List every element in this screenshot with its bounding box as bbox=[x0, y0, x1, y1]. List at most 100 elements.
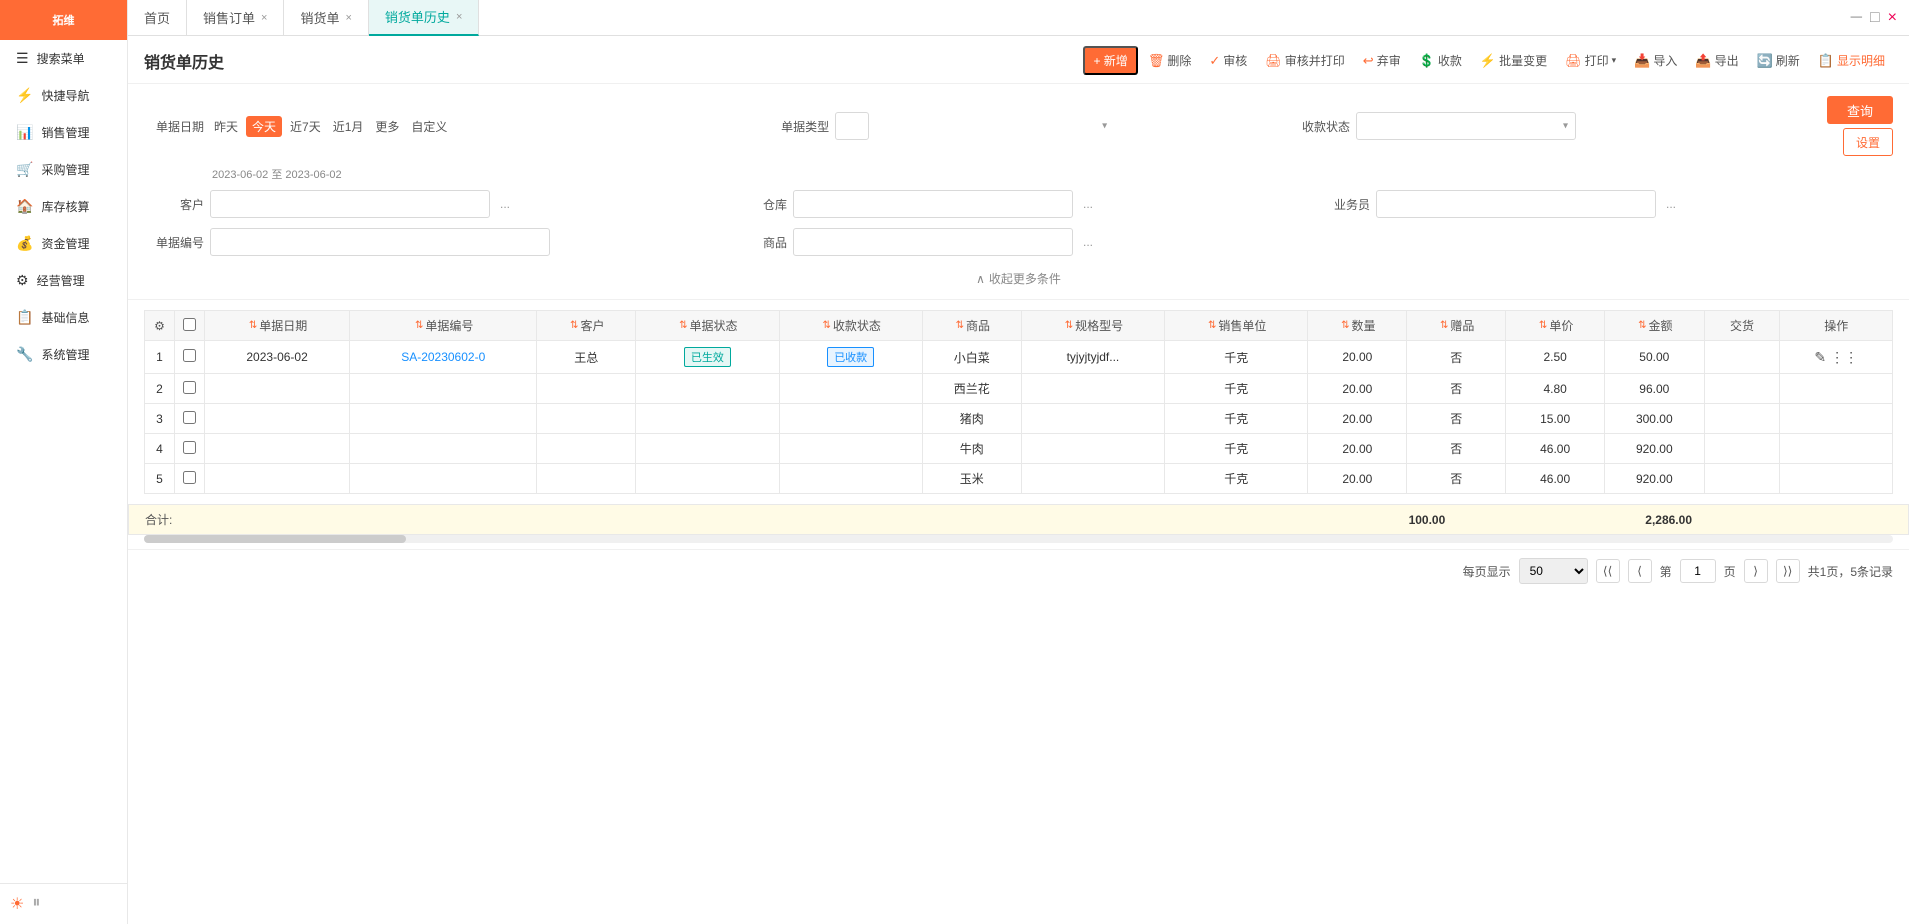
close-icon[interactable]: × bbox=[345, 12, 351, 24]
shortcut-yesterday[interactable]: 昨天 bbox=[210, 116, 242, 137]
tab-sales-goods[interactable]: 销货单 × bbox=[284, 0, 368, 36]
tab-home[interactable]: 首页 bbox=[128, 0, 187, 36]
table-row: 3 猪肉 千克 20.00 否 15.00 300.00 bbox=[145, 404, 1893, 434]
staff-ellipsis[interactable]: ... bbox=[1662, 197, 1680, 211]
batch-change-label: 批量变更 bbox=[1499, 52, 1547, 69]
warehouse-ellipsis[interactable]: ... bbox=[1079, 197, 1097, 211]
page-input[interactable] bbox=[1680, 559, 1716, 583]
minimize-icon[interactable]: ─ bbox=[1851, 9, 1862, 27]
sort-icon[interactable]: ⇅ bbox=[956, 320, 964, 331]
row-check-4[interactable] bbox=[175, 464, 205, 494]
th-customer: ⇅客户 bbox=[537, 311, 636, 341]
close-icon[interactable]: × bbox=[456, 11, 462, 23]
goods-ellipsis[interactable]: ... bbox=[1079, 235, 1097, 249]
th-checkbox[interactable] bbox=[175, 311, 205, 341]
row-unit-4: 千克 bbox=[1165, 464, 1308, 494]
set-button[interactable]: 设置 bbox=[1843, 128, 1893, 156]
sidebar-item-quick-nav[interactable]: ⚡ 快捷导航 bbox=[0, 77, 127, 114]
query-button[interactable]: 查询 bbox=[1827, 96, 1893, 124]
th-gear[interactable]: ⚙ bbox=[145, 311, 175, 341]
shortcut-1month[interactable]: 近1月 bbox=[329, 116, 368, 137]
row-pay-status-3 bbox=[779, 434, 922, 464]
row-checkbox-1[interactable] bbox=[183, 381, 196, 394]
new-button[interactable]: + 新增 bbox=[1083, 46, 1137, 75]
sort-icon[interactable]: ⇅ bbox=[1065, 320, 1073, 331]
warehouse-input[interactable] bbox=[793, 190, 1073, 218]
docno-input[interactable] bbox=[210, 228, 550, 256]
shortcut-more[interactable]: 更多 bbox=[371, 116, 403, 137]
row-checkbox-2[interactable] bbox=[183, 411, 196, 424]
show-detail-button[interactable]: 📋 显示明细 bbox=[1810, 48, 1893, 73]
tab-sales-history[interactable]: 销货单历史 × bbox=[369, 0, 479, 36]
row-checkbox-0[interactable] bbox=[183, 349, 196, 362]
sort-icon[interactable]: ⇅ bbox=[1440, 320, 1448, 331]
th-amount: ⇅金额 bbox=[1605, 311, 1704, 341]
sort-icon[interactable]: ⇅ bbox=[570, 320, 578, 331]
next-page-btn[interactable]: ⟩ bbox=[1744, 559, 1768, 583]
audit-button[interactable]: ✓ 审核 bbox=[1201, 48, 1255, 73]
query-actions: 查询 设置 bbox=[1811, 96, 1893, 156]
window-close-icon[interactable]: × bbox=[1888, 9, 1897, 27]
collapse-button[interactable]: ∧ 收起更多条件 bbox=[144, 266, 1893, 291]
batch-change-button[interactable]: ⚡ 批量变更 bbox=[1472, 48, 1555, 73]
sort-icon[interactable]: ⇅ bbox=[1539, 320, 1547, 331]
th-spec-label: 规格型号 bbox=[1075, 317, 1123, 334]
row-customer-0: 王总 bbox=[537, 341, 636, 374]
row-checkbox-4[interactable] bbox=[183, 471, 196, 484]
shortcut-today[interactable]: 今天 bbox=[246, 116, 282, 137]
row-checkbox-3[interactable] bbox=[183, 441, 196, 454]
sidebar-item-system-mgmt[interactable]: 🔧 系统管理 bbox=[0, 336, 127, 373]
sidebar-bottom-icon1[interactable]: ☀ bbox=[10, 894, 24, 914]
sort-icon[interactable]: ⇅ bbox=[822, 320, 830, 331]
sidebar-item-search-menu[interactable]: ☰ 搜索菜单 bbox=[0, 40, 127, 77]
sidebar-bottom-icon2[interactable]: ⏸ bbox=[32, 894, 40, 914]
edit-icon-0[interactable]: ✎ bbox=[1814, 349, 1826, 366]
maximize-icon[interactable]: □ bbox=[1870, 9, 1880, 27]
sidebar-item-operation-mgmt[interactable]: ⚙ 经营管理 bbox=[0, 262, 127, 299]
scrollbar-track[interactable] bbox=[144, 535, 1893, 543]
last-page-btn[interactable]: ⟩⟩ bbox=[1776, 559, 1800, 583]
sidebar-item-finance-mgmt[interactable]: 💰 资金管理 bbox=[0, 225, 127, 262]
customer-input[interactable] bbox=[210, 190, 490, 218]
collect-button[interactable]: 💲 收款 bbox=[1411, 48, 1470, 73]
export-button[interactable]: 📤 导出 bbox=[1687, 48, 1746, 73]
select-all-checkbox[interactable] bbox=[183, 318, 196, 331]
sort-icon[interactable]: ⇅ bbox=[1341, 320, 1349, 331]
prev-page-btn[interactable]: ⟨ bbox=[1628, 559, 1652, 583]
first-page-btn[interactable]: ⟨⟨ bbox=[1596, 559, 1620, 583]
row-check-1[interactable] bbox=[175, 374, 205, 404]
print-button[interactable]: 🖨 打印 ▾ bbox=[1557, 48, 1624, 73]
doc-no-link-0[interactable]: SA-20230602-0 bbox=[401, 350, 485, 364]
payment-status-select[interactable] bbox=[1356, 112, 1576, 140]
doc-type-select[interactable] bbox=[835, 112, 869, 140]
th-date-label: 单据日期 bbox=[259, 317, 307, 334]
delete-button[interactable]: 🗑 删除 bbox=[1140, 48, 1200, 73]
row-check-2[interactable] bbox=[175, 404, 205, 434]
import-button[interactable]: 📥 导入 bbox=[1626, 48, 1685, 73]
filter-row-3: 单据编号 商品 ... bbox=[144, 228, 1893, 256]
shortcut-7days[interactable]: 近7天 bbox=[286, 116, 325, 137]
refresh-button[interactable]: 🔄 刷新 bbox=[1749, 48, 1808, 73]
sidebar-item-inventory[interactable]: 🏠 库存核算 bbox=[0, 188, 127, 225]
goods-input[interactable] bbox=[793, 228, 1073, 256]
sort-icon[interactable]: ⇅ bbox=[1208, 320, 1216, 331]
customer-ellipsis[interactable]: ... bbox=[496, 197, 514, 211]
sort-icon[interactable]: ⇅ bbox=[1638, 320, 1646, 331]
close-icon[interactable]: × bbox=[261, 12, 267, 24]
sidebar-item-sales-mgmt[interactable]: 📊 销售管理 bbox=[0, 114, 127, 151]
abandon-button[interactable]: ↩ 弃审 bbox=[1355, 48, 1409, 73]
sort-icon[interactable]: ⇅ bbox=[679, 320, 687, 331]
audit-print-button[interactable]: 🖨 审核并打印 bbox=[1257, 48, 1353, 73]
sidebar-item-basic-info[interactable]: 📋 基础信息 bbox=[0, 299, 127, 336]
tab-sales-order[interactable]: 销售订单 × bbox=[187, 0, 284, 36]
sort-icon[interactable]: ⇅ bbox=[415, 320, 423, 331]
shortcut-custom[interactable]: 自定义 bbox=[407, 116, 451, 137]
row-check-0[interactable] bbox=[175, 341, 205, 374]
sort-icon[interactable]: ⇅ bbox=[249, 320, 257, 331]
staff-input[interactable] bbox=[1376, 190, 1656, 218]
page-size-select[interactable]: 50 100 200 bbox=[1519, 558, 1588, 584]
date-range-display: 2023-06-02 至 2023-06-02 bbox=[212, 166, 342, 182]
sidebar-item-purchase-mgmt[interactable]: 🛒 采购管理 bbox=[0, 151, 127, 188]
more-icon-0[interactable]: ⋮⋮ bbox=[1830, 349, 1858, 366]
row-check-3[interactable] bbox=[175, 434, 205, 464]
